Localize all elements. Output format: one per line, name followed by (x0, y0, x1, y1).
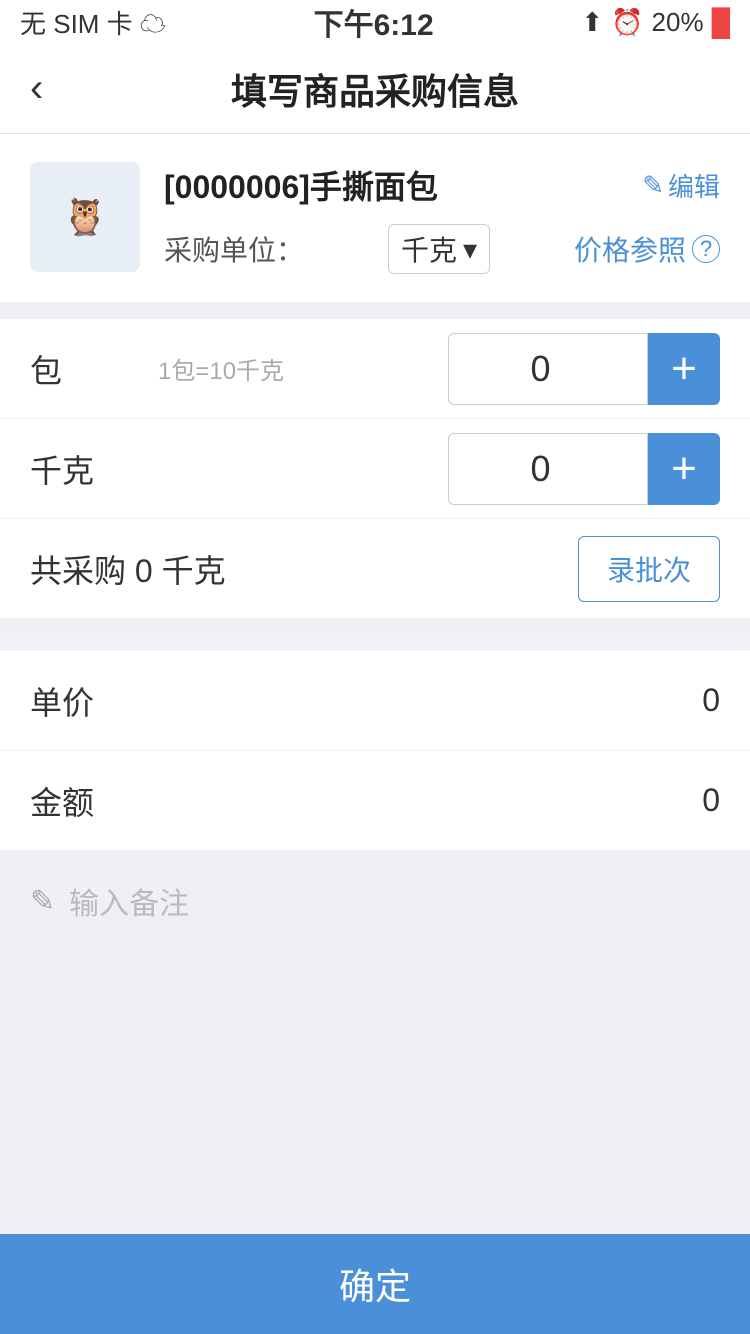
edit-label: 编辑 (668, 167, 720, 204)
amount-label: 金额 (30, 778, 702, 824)
alarm-icon: ⏰ (611, 7, 643, 38)
edit-button[interactable]: ✎ 编辑 (642, 167, 720, 204)
unit-label: 采购单位： (164, 229, 304, 269)
product-thumbnail: 🦉 (30, 162, 140, 272)
empty-area (0, 951, 750, 1231)
product-card: 🦉 [0000006]手撕面包 ✎ 编辑 采购单位： 千克 ▾ 价格参照 ? (0, 134, 750, 303)
total-purchase-text: 共采购 0 千克 (30, 546, 578, 592)
price-reference-button[interactable]: 价格参照 ? (574, 229, 720, 269)
price-section: 单价 0 金额 0 (0, 651, 750, 851)
input-section: 包 1包=10千克 + 千克 + 共采购 0 千克 录批次 (0, 319, 750, 619)
product-name: [0000006]手撕面包 (164, 162, 438, 208)
battery-icon: █ (712, 7, 730, 38)
back-button[interactable]: ‹ (30, 66, 43, 111)
kg-quantity-control: + (448, 433, 720, 505)
battery-level: 20% (652, 7, 704, 38)
kg-input-row: 千克 + (0, 419, 750, 519)
page-title: 填写商品采购信息 (231, 63, 519, 115)
location-icon: ⬆ (581, 7, 603, 38)
bao-label: 包 (30, 346, 150, 392)
unit-price-row: 单价 0 (0, 651, 750, 751)
nav-bar: ‹ 填写商品采购信息 (0, 44, 750, 134)
kg-plus-button[interactable]: + (648, 433, 720, 505)
status-left: 无 SIM 卡 ☁ (20, 4, 166, 41)
product-info: [0000006]手撕面包 ✎ 编辑 采购单位： 千克 ▾ 价格参照 ? (164, 162, 720, 274)
bao-quantity-control: + (448, 333, 720, 405)
amount-value: 0 (702, 782, 720, 819)
unit-value: 千克 (401, 229, 457, 269)
batch-record-button[interactable]: 录批次 (578, 536, 720, 602)
remark-section[interactable]: ✎ 输入备注 (0, 851, 750, 951)
bao-quantity-input[interactable] (448, 333, 648, 405)
price-ref-label: 价格参照 (574, 229, 686, 269)
unit-price-label: 单价 (30, 678, 702, 724)
unit-price-value: 0 (702, 682, 720, 719)
sim-status: 无 SIM 卡 ☁ (20, 4, 166, 41)
confirm-button[interactable]: 确定 (0, 1234, 750, 1334)
bao-sublabel: 1包=10千克 (158, 351, 284, 386)
bao-plus-button[interactable]: + (648, 333, 720, 405)
status-bar: 无 SIM 卡 ☁ 下午6:12 ⬆ ⏰ 20% █ (0, 0, 750, 44)
edit-icon: ✎ (642, 170, 664, 201)
unit-select[interactable]: 千克 ▾ (388, 224, 490, 274)
amount-row: 金额 0 (0, 751, 750, 851)
bao-input-row: 包 1包=10千克 + (0, 319, 750, 419)
kg-quantity-input[interactable] (448, 433, 648, 505)
status-time: 下午6:12 (314, 0, 434, 44)
status-right: ⬆ ⏰ 20% █ (581, 7, 730, 38)
pencil-icon: ✎ (30, 884, 55, 919)
chevron-down-icon: ▾ (463, 233, 477, 266)
product-logo-icon: 🦉 (63, 196, 108, 238)
section-divider-2 (0, 619, 750, 635)
summary-row: 共采购 0 千克 录批次 (0, 519, 750, 619)
remark-placeholder: 输入备注 (69, 879, 189, 923)
section-divider-1 (0, 303, 750, 319)
help-icon: ? (692, 235, 720, 263)
kg-label: 千克 (30, 446, 150, 492)
